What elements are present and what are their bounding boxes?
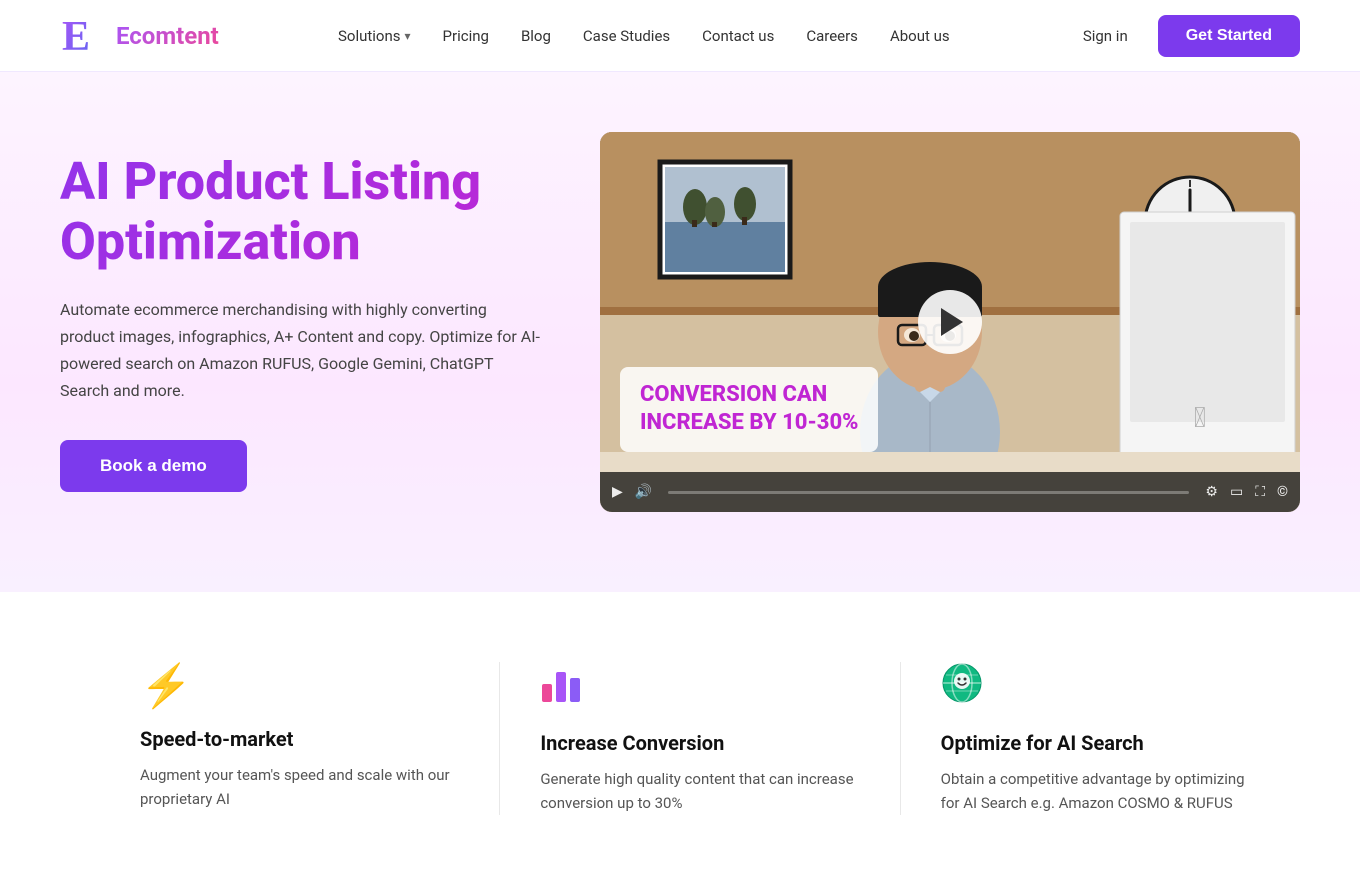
main-nav: Solutions ▾ Pricing Blog Case Studies Co… — [324, 19, 964, 53]
logo-text: Ecomtent — [116, 22, 219, 50]
conversion-text-line2: INCREASE BY 10-30% — [640, 409, 858, 438]
globe-svg — [941, 662, 983, 704]
get-started-button[interactable]: Get Started — [1158, 15, 1300, 57]
feature-item-conversion: Increase Conversion Generate high qualit… — [500, 662, 900, 815]
book-demo-button[interactable]: Book a demo — [60, 440, 247, 492]
sign-in-link[interactable]: Sign in — [1069, 19, 1142, 53]
svg-text::  — [1194, 401, 1206, 434]
video-fullscreen-icon[interactable]: ⛶ — [1255, 484, 1265, 500]
chevron-down-icon: ▾ — [405, 29, 411, 43]
nav-item-solutions[interactable]: Solutions ▾ — [324, 19, 425, 53]
hero-content: AI Product Listing Optimization Automate… — [60, 132, 540, 492]
video-miniplayer-icon[interactable]: ▭ — [1230, 484, 1243, 500]
nav-item-blog[interactable]: Blog — [507, 19, 565, 53]
feature-item-ai-search: Optimize for AI Search Obtain a competit… — [901, 662, 1300, 815]
hero-description: Automate ecommerce merchandising with hi… — [60, 296, 540, 405]
header-actions: Sign in Get Started — [1069, 15, 1300, 57]
video-progress-bar[interactable] — [668, 491, 1189, 494]
nav-item-case-studies[interactable]: Case Studies — [569, 19, 684, 53]
conversion-overlay: CONVERSION CAN INCREASE BY 10-30% — [620, 367, 878, 452]
hero-video:  CONVERSION CAN INCREASE BY 10-30% ▶ — [600, 132, 1300, 512]
features-section: ⚡ Speed-to-market Augment your team's sp… — [0, 592, 1360, 885]
hero-title: AI Product Listing Optimization — [60, 152, 540, 272]
header: E Ecomtent Solutions ▾ Pricing Blog Case… — [0, 0, 1360, 72]
hero-section: AI Product Listing Optimization Automate… — [0, 72, 1360, 592]
feature-item-speed: ⚡ Speed-to-market Augment your team's sp… — [60, 662, 500, 815]
speed-icon: ⚡ — [140, 662, 459, 711]
video-thumbnail:  CONVERSION CAN INCREASE BY 10-30% — [600, 132, 1300, 512]
logo-link[interactable]: E Ecomtent — [60, 12, 219, 60]
feature-desc-conversion: Generate high quality content that can i… — [540, 767, 859, 815]
feature-title-speed: Speed-to-market — [140, 727, 459, 751]
feature-desc-ai-search: Obtain a competitive advantage by optimi… — [941, 767, 1260, 815]
video-play-icon[interactable]: ▶ — [612, 484, 623, 500]
svg-text:E: E — [62, 14, 90, 60]
conversion-text-line1: CONVERSION CAN — [640, 381, 858, 410]
play-triangle-icon — [941, 308, 963, 336]
video-controls-bar: ▶ 🔊 ⚙ ▭ ⛶ © — [600, 472, 1300, 512]
video-sound-icon[interactable]: 🔊 — [635, 484, 652, 500]
feature-title-conversion: Increase Conversion — [540, 731, 859, 755]
bar-chart-svg — [540, 662, 582, 704]
nav-item-contact-us[interactable]: Contact us — [688, 19, 788, 53]
feature-desc-speed: Augment your team's speed and scale with… — [140, 763, 459, 811]
nav-item-careers[interactable]: Careers — [792, 19, 872, 53]
conversion-icon — [540, 662, 859, 715]
nav-item-pricing[interactable]: Pricing — [429, 19, 503, 53]
video-settings-icon[interactable]: ⚙ — [1205, 484, 1218, 500]
video-captions-icon[interactable]: © — [1277, 484, 1288, 500]
feature-title-ai-search: Optimize for AI Search — [941, 731, 1260, 755]
ai-search-icon — [941, 662, 1260, 715]
nav-item-about-us[interactable]: About us — [876, 19, 964, 53]
ecomtent-logo-icon: E — [60, 12, 108, 60]
video-play-button[interactable] — [918, 290, 982, 354]
